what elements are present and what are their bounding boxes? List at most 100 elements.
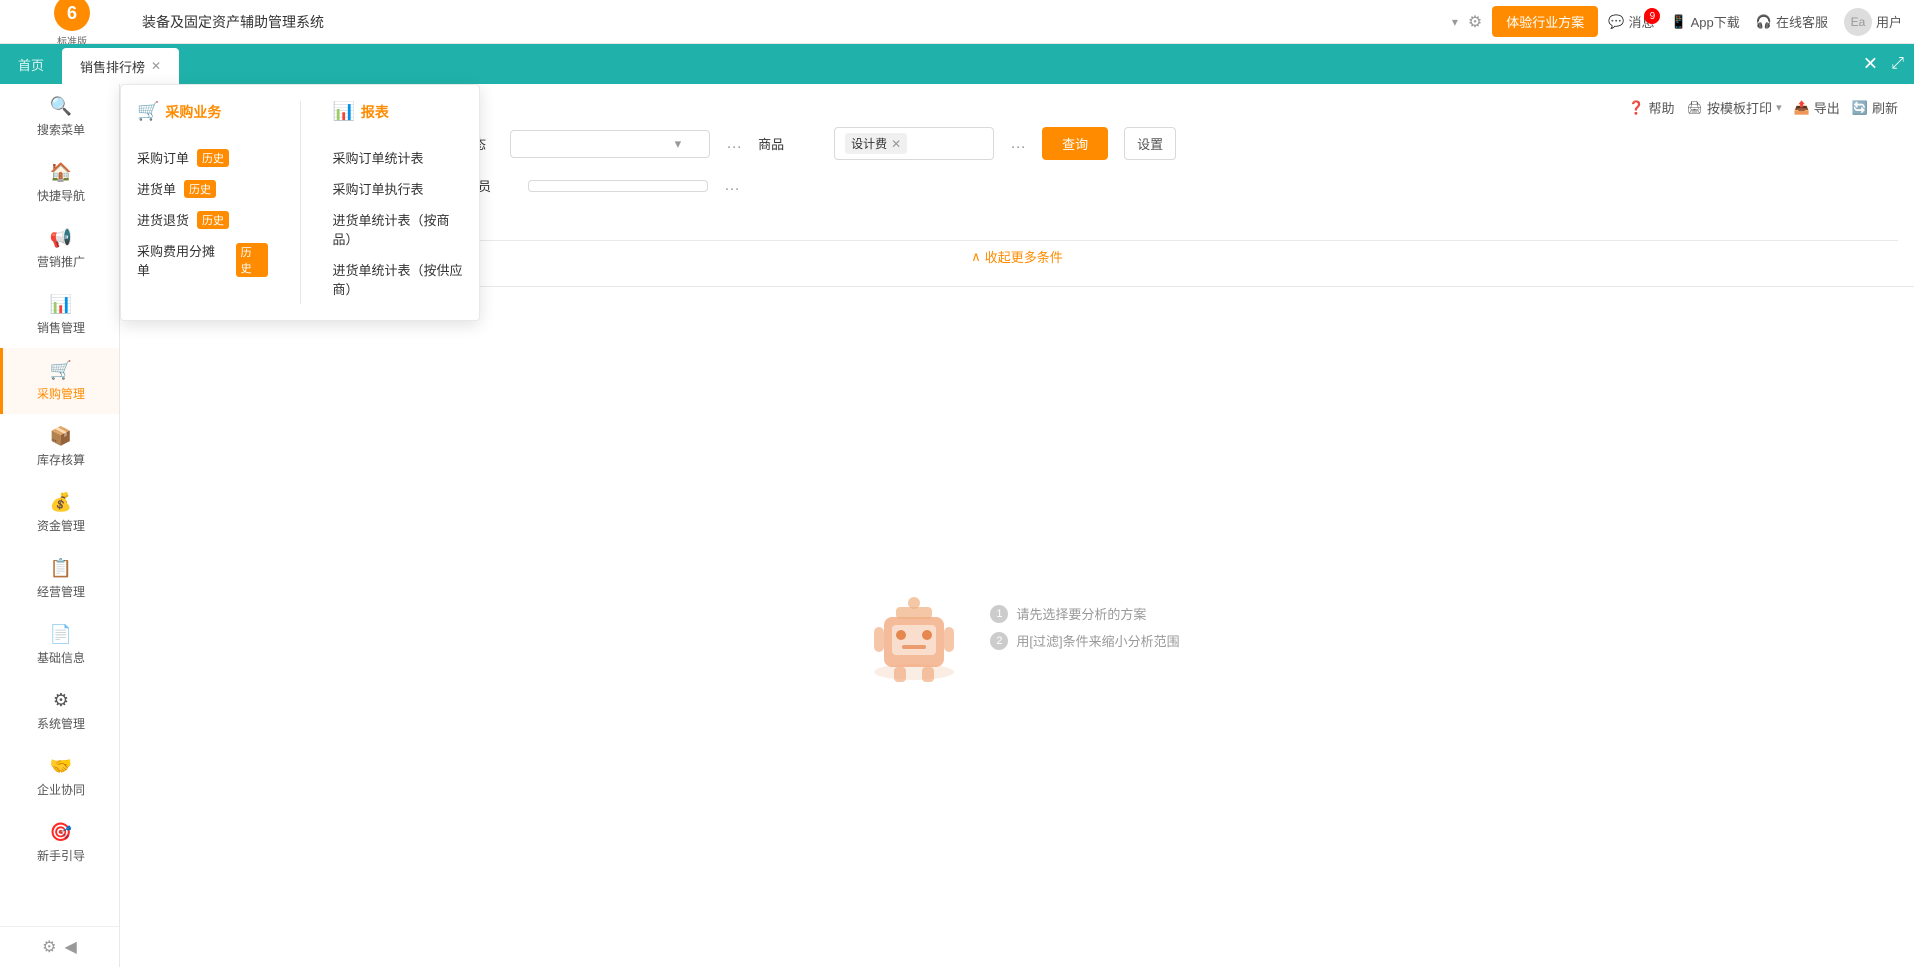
refresh-button[interactable]: 🔄 刷新 <box>1852 98 1898 117</box>
menu-item-purchase-stat[interactable]: 采购订单统计表 <box>333 142 464 173</box>
print-icon: 🖨 <box>1687 100 1704 116</box>
incoming-label: 进货单 <box>137 179 176 198</box>
avatar: Ea <box>1844 8 1872 36</box>
message-badge: 9 <box>1644 8 1660 24</box>
menu-item-return[interactable]: 进货退货 历史 <box>137 204 268 235</box>
report-section-icon: 📊 <box>333 101 355 122</box>
incoming-stat-supplier-label: 进货单统计表（按供应商） <box>333 260 464 298</box>
tab-home-label: 首页 <box>18 55 44 74</box>
sidebar-item-operations[interactable]: 📋 经营管理 <box>0 546 119 612</box>
doc-status-select[interactable]: ▾ <box>510 130 710 158</box>
expense-label: 采购费用分摊单 <box>137 241 228 279</box>
service-button[interactable]: 🎧 在线客服 <box>1756 12 1828 31</box>
goods-tag-close-icon[interactable]: ✕ <box>891 137 901 151</box>
toolbar-right: ❓ 帮助 🖨 按模板打印 ▾ 📤 导出 🔄 刷新 <box>1628 98 1898 117</box>
sidebar-item-finance[interactable]: 💰 资金管理 <box>0 480 119 546</box>
sidebar-operations-label: 经营管理 <box>37 583 85 600</box>
sidebar-marketing-label: 营销推广 <box>37 253 85 270</box>
help-label: 帮助 <box>1649 98 1675 117</box>
sidebar-item-system[interactable]: ⚙ 系统管理 <box>0 678 119 744</box>
sidebar-nav-label: 快捷导航 <box>37 187 85 204</box>
print-button[interactable]: 🖨 按模板打印 ▾ <box>1687 98 1782 117</box>
sidebar-settings-icon[interactable]: ⚙ <box>42 937 56 957</box>
sales-icon: 📊 <box>50 294 72 315</box>
sidebar-item-basic[interactable]: 📄 基础信息 <box>0 612 119 678</box>
tab-home[interactable]: 首页 <box>0 44 62 84</box>
doc-status-dropdown-icon: ▾ <box>675 136 682 152</box>
tabbar-close-icon[interactable]: ✕ <box>1863 54 1878 75</box>
export-button[interactable]: 📤 导出 <box>1794 98 1840 117</box>
hint-text-2: 用[过滤]条件来缩小分析范围 <box>1016 631 1179 650</box>
sidebar-item-newbie[interactable]: 🎯 新手引导 <box>0 810 119 876</box>
finance-icon: 💰 <box>50 492 72 513</box>
sidebar-item-enterprise[interactable]: 🤝 企业协同 <box>0 744 119 810</box>
sidebar-item-marketing[interactable]: 📢 营销推广 <box>0 216 119 282</box>
goods-input[interactable]: 设计费 ✕ <box>834 127 994 160</box>
purchase-stat-label: 采购订单统计表 <box>333 148 424 167</box>
sidebar-item-nav[interactable]: 🏠 快捷导航 <box>0 150 119 216</box>
hint-number-2: 2 <box>990 632 1008 650</box>
purchase-section-icon: 🛒 <box>137 101 159 122</box>
help-button[interactable]: ❓ 帮助 <box>1628 98 1674 117</box>
hint-number-1: 1 <box>990 605 1008 623</box>
enterprise-icon: 🤝 <box>50 756 72 777</box>
app-download-button[interactable]: 📱 App下载 <box>1670 12 1739 31</box>
sidebar-collapse-icon[interactable]: ◀ <box>65 937 77 957</box>
print-dropdown-icon[interactable]: ▾ <box>1776 101 1782 114</box>
logo-area: 6 标准版 <box>12 0 132 48</box>
tabbar: 首页 销售排行榜 ✕ ✕ ⤢ <box>0 44 1914 84</box>
purchase-order-label: 采购订单 <box>137 148 189 167</box>
inventory-icon: 📦 <box>50 426 72 447</box>
sidebar-item-search[interactable]: 🔍 搜索菜单 <box>0 84 119 150</box>
empty-svg-icon <box>854 567 974 687</box>
purchase-order-history-badge: 历史 <box>197 149 229 167</box>
sidebar-basic-label: 基础信息 <box>37 649 85 666</box>
sidebar-purchase-label: 采购管理 <box>37 385 85 402</box>
menu-item-purchase-exec[interactable]: 采购订单执行表 <box>333 173 464 204</box>
salesperson-ellipsis[interactable]: … <box>724 177 740 195</box>
sidebar-finance-label: 资金管理 <box>37 517 85 534</box>
menu-item-purchase-order[interactable]: 采购订单 历史 <box>137 142 268 173</box>
hint-text-1: 请先选择要分析的方案 <box>1016 604 1146 623</box>
refresh-label: 刷新 <box>1872 98 1898 117</box>
message-icon: 💬 <box>1608 14 1624 30</box>
menu-item-incoming[interactable]: 进货单 历史 <box>137 173 268 204</box>
doc-status-ellipsis[interactable]: … <box>726 135 742 153</box>
sidebar-sales-label: 销售管理 <box>37 319 85 336</box>
topbar-actions: 💬 消息 9 📱 App下载 🎧 在线客服 Ea 用户 <box>1608 8 1902 36</box>
sidebar-system-label: 系统管理 <box>37 715 85 732</box>
return-label: 进货退货 <box>137 210 189 229</box>
sidebar-bottom: ⚙ ◀ <box>0 926 119 967</box>
salesperson-input[interactable] <box>528 180 708 192</box>
menu-item-incoming-stat-goods[interactable]: 进货单统计表（按商品） <box>333 204 464 254</box>
basic-icon: 📄 <box>50 624 72 645</box>
tab-sales-ranking-label: 销售排行榜 <box>80 57 145 76</box>
goods-tag: 设计费 ✕ <box>845 133 907 154</box>
settings-icon[interactable]: ⚙ <box>1468 12 1482 32</box>
query-button[interactable]: 查询 <box>1042 127 1108 160</box>
purchase-section: 🛒 采购业务 采购订单 历史 进货单 历史 进货退货 历史 采购费用分摊单 历史 <box>137 101 268 304</box>
app-label: App下载 <box>1691 12 1740 31</box>
menu-item-incoming-stat-supplier[interactable]: 进货单统计表（按供应商） <box>333 254 464 304</box>
export-label: 导出 <box>1814 98 1840 117</box>
purchase-exec-label: 采购订单执行表 <box>333 179 424 198</box>
sidebar-item-purchase[interactable]: 🛒 采购管理 <box>0 348 119 414</box>
goods-ellipsis[interactable]: … <box>1010 135 1026 153</box>
settings-small-button[interactable]: 设置 <box>1124 127 1176 160</box>
return-history-badge: 历史 <box>197 211 229 229</box>
tab-close-icon[interactable]: ✕ <box>151 59 161 73</box>
tab-sales-ranking[interactable]: 销售排行榜 ✕ <box>62 48 179 84</box>
collapse-arrow-icon: ∧ <box>971 249 981 265</box>
tabbar-expand-icon[interactable]: ⤢ <box>1891 55 1904 73</box>
menu-item-expense[interactable]: 采购费用分摊单 历史 <box>137 235 268 285</box>
industry-button[interactable]: 体验行业方案 <box>1492 6 1598 37</box>
sidebar-newbie-label: 新手引导 <box>37 847 85 864</box>
system-dropdown-arrow[interactable]: ▾ <box>1452 15 1458 29</box>
user-button[interactable]: Ea 用户 <box>1844 8 1902 36</box>
message-button[interactable]: 💬 消息 9 <box>1608 12 1654 31</box>
empty-illustration <box>854 567 974 687</box>
sidebar-item-inventory[interactable]: 📦 库存核算 <box>0 414 119 480</box>
phone-icon: 📱 <box>1670 14 1686 30</box>
empty-state: 1 请先选择要分析的方案 2 用[过滤]条件来缩小分析范围 <box>120 287 1914 967</box>
sidebar-item-sales[interactable]: 📊 销售管理 <box>0 282 119 348</box>
